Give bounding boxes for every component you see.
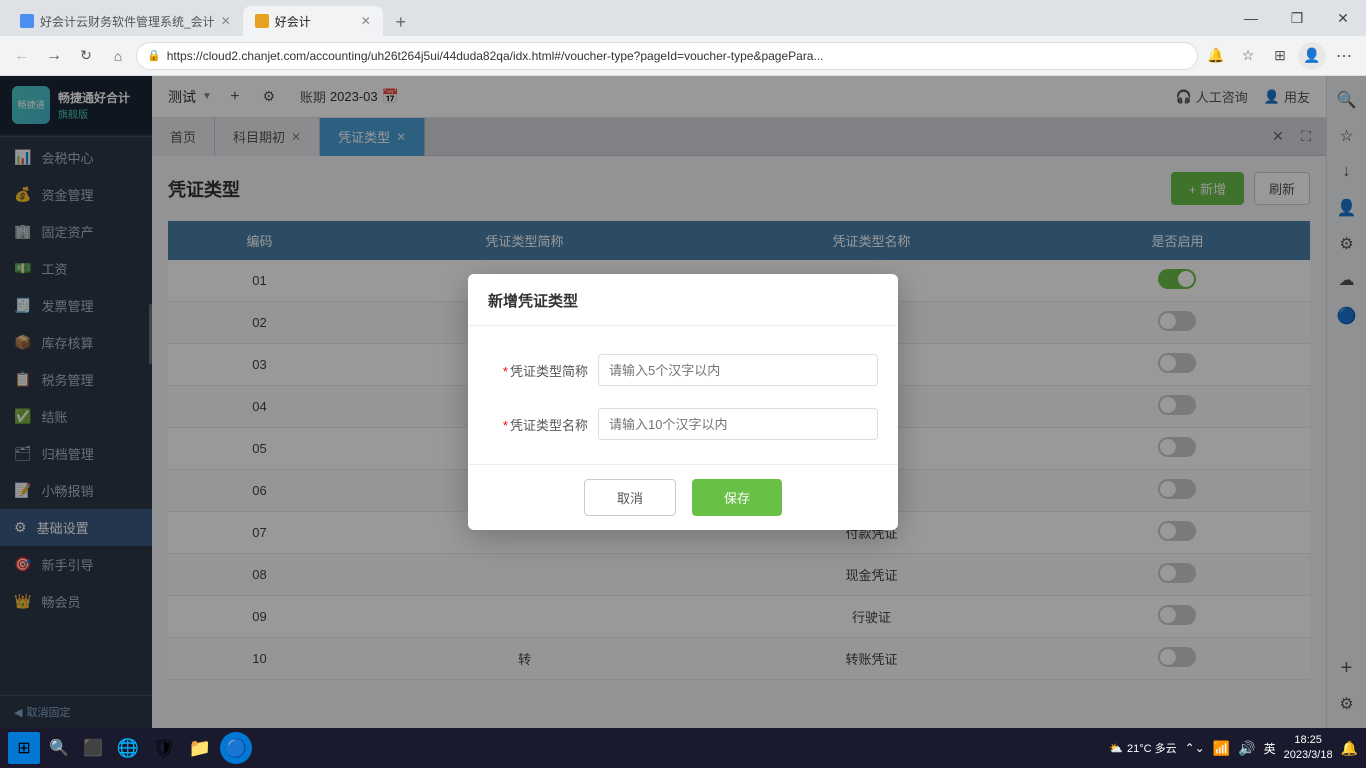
modal-overlay[interactable]: 新增凭证类型 *凭证类型简称 *凭证类型名称 取消 保存 (0, 76, 1366, 728)
weather-text: 21°C 多云 (1127, 740, 1177, 756)
browser-toolbar: ← → ↻ ⌂ 🔒 https://cloud2.chanjet.com/acc… (0, 36, 1366, 76)
form-row-short: *凭证类型简称 (488, 354, 878, 386)
save-button[interactable]: 保存 (692, 479, 782, 516)
window-controls: — ❐ ✕ (1228, 0, 1366, 36)
tray-network-icon[interactable]: 📶 (1213, 740, 1230, 757)
reload-button[interactable]: ↻ (72, 42, 100, 70)
form-label-name: *凭证类型名称 (488, 415, 598, 434)
tab-close-1[interactable]: ✕ (221, 14, 231, 28)
form-label-short: *凭证类型简称 (488, 361, 598, 380)
browser-tab-1[interactable]: 好会计云财务软件管理系统_会计 ✕ (8, 6, 243, 36)
taskbar-browser-icon[interactable]: 🌐 (112, 732, 144, 764)
close-button[interactable]: ✕ (1320, 0, 1366, 36)
more-options-button[interactable]: ⋯ (1330, 42, 1358, 70)
taskbar-task-view-button[interactable]: ⬛ (78, 733, 108, 763)
extensions-button[interactable]: 🔔 (1202, 42, 1230, 70)
taskbar-edge-icon[interactable]: 🔵 (220, 732, 252, 764)
profile-button[interactable]: 👤 (1298, 42, 1326, 70)
voucher-short-input[interactable] (598, 354, 878, 386)
lock-icon: 🔒 (147, 49, 161, 62)
home-button[interactable]: ⌂ (104, 42, 132, 70)
url-text: https://cloud2.chanjet.com/accounting/uh… (167, 49, 1187, 63)
cancel-button[interactable]: 取消 (584, 479, 676, 516)
tab-favicon-1 (20, 14, 34, 28)
taskbar: ⊞ 🔍 ⬛ 🌐 🛡 📁 🔵 ⛅ 21°C 多云 ⌃⌄ 📶 🔊 英 18:25 2… (0, 728, 1366, 768)
tray-sound-icon[interactable]: 🔊 (1238, 740, 1255, 757)
modal-body: *凭证类型简称 *凭证类型名称 (468, 326, 898, 464)
voucher-name-input[interactable] (598, 408, 878, 440)
weather-icon: ⛅ (1109, 742, 1123, 755)
tab-title-2: 好会计 (275, 13, 355, 30)
taskbar-explorer-icon[interactable]: 📁 (184, 732, 216, 764)
tray-arrows: ⌃⌄ (1185, 741, 1205, 755)
browser-tab-2[interactable]: 好会计 ✕ (243, 6, 383, 36)
clock-time: 18:25 (1284, 733, 1333, 748)
sidebar-toggle[interactable]: ⊞ (1266, 42, 1294, 70)
forward-button[interactable]: → (40, 42, 68, 70)
form-row-name: *凭证类型名称 (488, 408, 878, 440)
minimize-button[interactable]: — (1228, 0, 1274, 36)
new-voucher-type-modal: 新增凭证类型 *凭证类型简称 *凭证类型名称 取消 保存 (468, 274, 898, 530)
back-button[interactable]: ← (8, 42, 36, 70)
clock-date: 2023/3/18 (1284, 748, 1333, 763)
favorites-button[interactable]: ☆ (1234, 42, 1262, 70)
start-button[interactable]: ⊞ (8, 732, 40, 764)
tab-title-1: 好会计云财务软件管理系统_会计 (40, 13, 215, 30)
taskbar-shield-icon[interactable]: 🛡 (148, 732, 180, 764)
tray-weather: ⛅ 21°C 多云 (1109, 740, 1176, 756)
tray-lang[interactable]: 英 (1264, 740, 1276, 757)
modal-header: 新增凭证类型 (468, 274, 898, 326)
address-bar[interactable]: 🔒 https://cloud2.chanjet.com/accounting/… (136, 42, 1198, 70)
required-star-1: * (503, 364, 508, 379)
maximize-button[interactable]: ❐ (1274, 0, 1320, 36)
tray-notification-icon[interactable]: 🔔 (1341, 740, 1358, 757)
tab-favicon-2 (255, 14, 269, 28)
taskbar-tray: ⛅ 21°C 多云 ⌃⌄ 📶 🔊 英 18:25 2023/3/18 🔔 (1109, 733, 1358, 764)
tab-close-2[interactable]: ✕ (361, 14, 371, 28)
new-tab-button[interactable]: + (387, 8, 415, 36)
modal-footer: 取消 保存 (468, 464, 898, 530)
required-star-2: * (503, 418, 508, 433)
taskbar-clock: 18:25 2023/3/18 (1284, 733, 1333, 764)
taskbar-search-button[interactable]: 🔍 (44, 733, 74, 763)
